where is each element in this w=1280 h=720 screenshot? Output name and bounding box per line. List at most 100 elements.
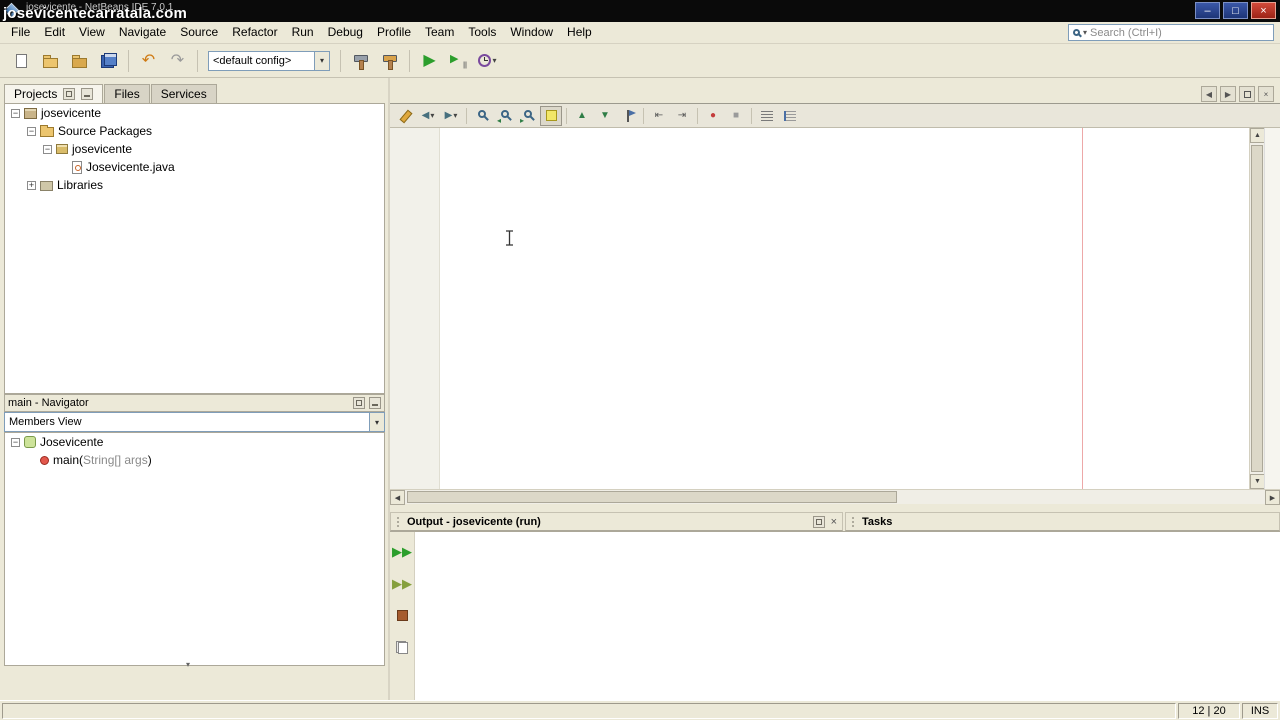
toggle-highlight-button[interactable]	[540, 105, 562, 126]
minimize-button[interactable]: –	[1195, 2, 1220, 19]
redo-button[interactable]: ↷	[164, 47, 191, 74]
expand-minus-icon[interactable]: −	[11, 437, 20, 447]
undo-button[interactable]: ↶	[135, 47, 162, 74]
menu-run[interactable]: Run	[285, 22, 321, 43]
combo-dropdown-icon[interactable]: ▾	[369, 413, 384, 431]
tree-item[interactable]: − josevicente	[5, 104, 384, 122]
navigator-tree[interactable]: − Josevicente main(String[] args)	[4, 432, 385, 666]
float-window-icon[interactable]	[353, 397, 365, 409]
right-margin-line	[1082, 128, 1083, 489]
menu-view[interactable]: View	[72, 22, 112, 43]
output-panel-tab[interactable]: Output - josevicente (run) ×	[390, 512, 843, 531]
run-button[interactable]: ▶	[416, 47, 443, 74]
previous-occurrence-button[interactable]: ▲	[571, 106, 593, 126]
expand-plus-icon[interactable]: +	[27, 180, 36, 190]
menu-refactor[interactable]: Refactor	[225, 22, 284, 43]
tab-files[interactable]: Files	[104, 84, 150, 103]
tab-services[interactable]: Services	[150, 84, 217, 103]
back-button[interactable]: ◀ ▾	[417, 106, 439, 126]
output-lines[interactable]	[415, 536, 1280, 700]
expand-minus-icon[interactable]: −	[11, 108, 20, 118]
tree-item[interactable]: − Josevicente	[5, 433, 384, 451]
new-project-button[interactable]	[37, 47, 64, 74]
save-all-button[interactable]	[95, 47, 122, 74]
find-next-button[interactable]: ▸	[517, 106, 539, 126]
new-file-button[interactable]	[8, 47, 35, 74]
scroll-left-icon[interactable]: ◀	[390, 490, 405, 505]
titlebar[interactable]: josevicente - NetBeans IDE 7.0.1 josevic…	[0, 0, 1280, 22]
open-project-button[interactable]	[66, 47, 93, 74]
menu-edit[interactable]: Edit	[37, 22, 72, 43]
shift-right-button[interactable]: ⇥	[671, 106, 693, 126]
forward-button[interactable]: ▶ ▾	[440, 106, 462, 126]
tree-item[interactable]: main(String[] args)	[5, 451, 384, 469]
tree-item[interactable]: − Source Packages	[5, 122, 384, 140]
last-edit-button[interactable]	[394, 106, 416, 126]
float-window-icon[interactable]	[63, 88, 76, 100]
menu-tools[interactable]: Tools	[461, 22, 503, 43]
error-stripe[interactable]	[1264, 128, 1280, 489]
minimize-window-icon[interactable]	[369, 397, 381, 409]
start-macro-button[interactable]: ●	[702, 106, 724, 126]
navigator-view-select[interactable]: Members View ▾	[4, 412, 385, 432]
maximize-editor-icon[interactable]	[1239, 86, 1255, 102]
next-occurrence-button[interactable]: ▼	[594, 106, 616, 126]
rerun-debug-button[interactable]: ▶▶	[389, 570, 416, 597]
scroll-right-icon[interactable]: ▶	[1265, 490, 1280, 505]
expand-minus-icon[interactable]: −	[43, 144, 52, 154]
menu-debug[interactable]: Debug	[321, 22, 370, 43]
combo-dropdown-icon[interactable]: ▾	[314, 51, 329, 70]
search-box[interactable]: ▾ Search (Ctrl+I)	[1068, 24, 1274, 41]
maximize-button[interactable]: □	[1223, 2, 1248, 19]
close-document-icon[interactable]: ×	[1258, 86, 1274, 102]
profile-button[interactable]: ▾	[474, 47, 501, 74]
clear-output-button[interactable]	[389, 634, 416, 661]
menu-file[interactable]: File	[4, 22, 37, 43]
editor[interactable]: ▲ ▼	[390, 128, 1280, 489]
toggle-bookmark-button[interactable]	[617, 106, 639, 126]
horizontal-scrollbar-thumb[interactable]	[407, 491, 897, 503]
window-controls: – □ ×	[1195, 2, 1276, 19]
rerun-button[interactable]: ▶▶	[389, 538, 416, 565]
menu-help[interactable]: Help	[560, 22, 599, 43]
float-output-icon[interactable]	[812, 515, 825, 528]
editor-horizontal-scrollbar[interactable]: ◀ ▶	[390, 489, 1280, 505]
find-selection-button[interactable]	[471, 106, 493, 126]
menu-profile[interactable]: Profile	[370, 22, 418, 43]
build-button[interactable]	[347, 47, 374, 74]
search-dropdown-icon[interactable]: ▾	[1083, 28, 1087, 37]
find-previous-button[interactable]: ◂	[494, 106, 516, 126]
clean-build-button[interactable]	[376, 47, 403, 74]
vertical-scrollbar-thumb[interactable]	[1251, 145, 1263, 472]
stop-build-button[interactable]	[389, 602, 416, 629]
scroll-tabs-right-icon[interactable]: ▶	[1220, 86, 1236, 102]
shift-left-button[interactable]: ⇤	[648, 106, 670, 126]
menu-team[interactable]: Team	[418, 22, 461, 43]
close-button[interactable]: ×	[1251, 2, 1276, 19]
config-select[interactable]: <default config> ▾	[208, 50, 330, 71]
menu-window[interactable]: Window	[503, 22, 560, 43]
tab-projects[interactable]: Projects	[4, 84, 104, 103]
comment-button[interactable]	[756, 106, 778, 126]
scroll-tabs-left-icon[interactable]: ◀	[1201, 86, 1217, 102]
tree-item[interactable]: − josevicente	[5, 140, 384, 158]
menu-navigate[interactable]: Navigate	[112, 22, 173, 43]
scroll-up-icon[interactable]: ▲	[1250, 128, 1265, 143]
editor-vertical-scrollbar[interactable]: ▲ ▼	[1249, 128, 1265, 489]
libraries-icon	[40, 181, 53, 191]
editor-gutter[interactable]	[390, 128, 440, 489]
close-output-icon[interactable]: ×	[831, 516, 837, 528]
tree-item[interactable]: + Libraries	[5, 176, 384, 194]
uncomment-button[interactable]	[779, 106, 801, 126]
stop-macro-button[interactable]: ■	[725, 106, 747, 126]
projects-tree[interactable]: − josevicente − Source Packages − josevicente…	[4, 103, 385, 394]
navigator-header[interactable]: main - Navigator	[4, 394, 385, 412]
menu-source[interactable]: Source	[173, 22, 225, 43]
scroll-down-icon[interactable]: ▼	[1250, 474, 1265, 489]
tree-item[interactable]: Josevicente.java	[5, 158, 384, 176]
minimize-window-icon[interactable]	[81, 88, 94, 100]
tasks-panel-tab[interactable]: Tasks	[845, 512, 1280, 531]
expand-minus-icon[interactable]: −	[27, 126, 36, 136]
debug-button[interactable]	[445, 47, 472, 74]
tree-item-label: Libraries	[57, 178, 104, 192]
